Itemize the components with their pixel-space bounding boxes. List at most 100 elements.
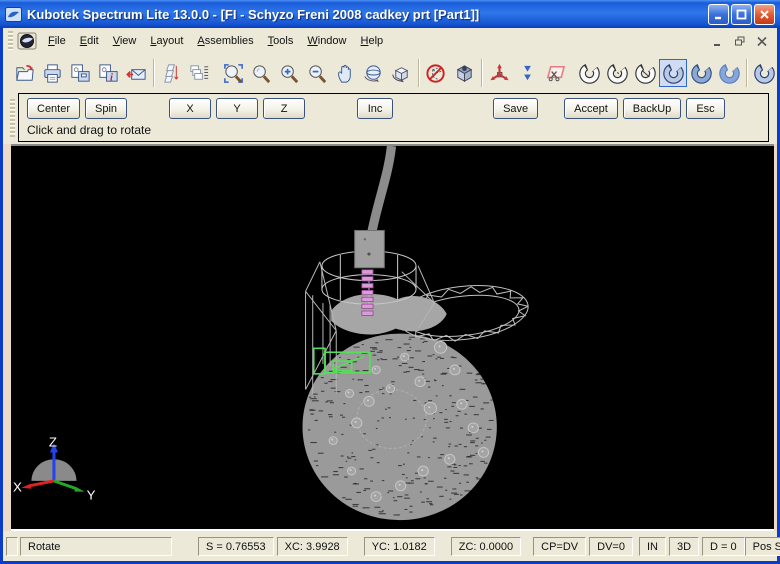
status-cell-units: IN bbox=[639, 537, 666, 556]
menu-view[interactable]: View bbox=[106, 32, 144, 50]
prompt-button-group: XYZ bbox=[169, 98, 305, 119]
zoom-window-icon[interactable] bbox=[219, 59, 247, 87]
app-window: Kubotek Spectrum Lite 13.0.0 - [FI - Sch… bbox=[0, 0, 780, 564]
status-cell-zc: ZC: 0.0000 bbox=[451, 537, 521, 556]
status-cell-mode: Rotate bbox=[20, 537, 172, 556]
menu-assemblies[interactable]: Assemblies bbox=[190, 32, 260, 50]
spin-button[interactable]: Spin bbox=[85, 98, 127, 119]
menu-layout[interactable]: Layout bbox=[143, 32, 190, 50]
toolbar-sep bbox=[746, 59, 747, 87]
zoom-out-icon[interactable] bbox=[303, 59, 331, 87]
center-button[interactable]: Center bbox=[27, 98, 80, 119]
menu-help[interactable]: Help bbox=[354, 32, 391, 50]
render-wireframe-icon[interactable] bbox=[575, 59, 603, 87]
view-rotate-icon[interactable] bbox=[359, 59, 387, 87]
toolbar-sep bbox=[153, 59, 154, 87]
window-title: Kubotek Spectrum Lite 13.0.0 - [FI - Sch… bbox=[27, 7, 706, 22]
shaded-view-icon[interactable] bbox=[450, 59, 478, 87]
mdi-close-button[interactable] bbox=[752, 33, 771, 49]
menu-bar: FileEditViewLayoutAssembliesToolsWindowH… bbox=[3, 28, 777, 54]
levels-icon[interactable] bbox=[157, 59, 185, 87]
status-cell-dv: DV=0 bbox=[589, 537, 633, 556]
spring-highlight bbox=[362, 270, 373, 316]
axes-triad-icon[interactable] bbox=[485, 59, 513, 87]
y-button[interactable]: Y bbox=[216, 98, 258, 119]
z-button[interactable]: Z bbox=[263, 98, 305, 119]
zoom-in-icon[interactable] bbox=[275, 59, 303, 87]
render-shaded-edges-icon[interactable] bbox=[659, 59, 687, 87]
minimize-button[interactable] bbox=[708, 4, 729, 25]
status-cell-depth: D = 0 bbox=[702, 537, 745, 556]
viewport-right-strip bbox=[774, 144, 777, 531]
status-lead-cell bbox=[6, 537, 18, 556]
prompt-button-group: Save bbox=[493, 98, 538, 119]
pan-icon[interactable] bbox=[331, 59, 359, 87]
arm-solid bbox=[331, 294, 447, 335]
save-part-icon[interactable] bbox=[66, 59, 94, 87]
open-file-icon[interactable] bbox=[10, 59, 38, 87]
mdi-minimize-button[interactable] bbox=[708, 33, 727, 49]
backup-button[interactable]: BackUp bbox=[623, 98, 682, 119]
axis-label-z: Z bbox=[49, 435, 57, 450]
app-icon bbox=[5, 7, 22, 22]
save-button[interactable]: Save bbox=[493, 98, 538, 119]
arrow-down-icon[interactable] bbox=[513, 59, 541, 87]
toolbar: i bbox=[3, 54, 777, 92]
viewport-left-strip bbox=[3, 144, 11, 531]
client-area: FileEditViewLayoutAssembliesToolsWindowH… bbox=[3, 28, 777, 561]
close-button[interactable] bbox=[754, 4, 775, 25]
esc-button[interactable]: Esc bbox=[686, 98, 724, 119]
top-box bbox=[355, 230, 385, 267]
mdi-window-controls bbox=[708, 33, 775, 49]
status-cell-scale: S = 0.76553 bbox=[198, 537, 274, 556]
menu-edit[interactable]: Edit bbox=[73, 32, 106, 50]
status-cell-pos-snap: Pos Snap bbox=[745, 537, 780, 556]
entity-list-icon[interactable] bbox=[185, 59, 213, 87]
status-cell-cp: CP=DV bbox=[533, 537, 586, 556]
render-hidden-dashed-icon[interactable] bbox=[603, 59, 631, 87]
viewport[interactable]: X Y Z bbox=[11, 144, 774, 531]
document-menu-icon[interactable] bbox=[17, 32, 37, 50]
svg-text:i: i bbox=[109, 72, 112, 83]
prompt-button-group: Inc bbox=[357, 98, 393, 119]
status-cell-xc: XC: 3.9928 bbox=[277, 537, 348, 556]
axis-label-x: X bbox=[13, 480, 22, 495]
send-mail-icon[interactable] bbox=[122, 59, 150, 87]
prompt-message: Click and drag to rotate bbox=[27, 123, 762, 137]
menubar-grip[interactable] bbox=[8, 31, 13, 51]
menu-items: FileEditViewLayoutAssembliesToolsWindowH… bbox=[41, 32, 390, 50]
render-flat-icon[interactable] bbox=[687, 59, 715, 87]
zoom-select-icon[interactable] bbox=[247, 59, 275, 87]
menu-file[interactable]: File bbox=[41, 32, 73, 50]
toolbar-sep bbox=[481, 59, 482, 87]
prompt-panel: CenterSpin XYZ Inc Save AcceptBackUpEsc Clic… bbox=[18, 93, 769, 142]
part-info-icon[interactable]: i bbox=[94, 59, 122, 87]
prompt-grip[interactable] bbox=[10, 99, 15, 137]
titlebar-controls bbox=[706, 4, 775, 25]
render-hidden-solid-icon[interactable] bbox=[631, 59, 659, 87]
axis-triad: X Y Z bbox=[13, 435, 96, 503]
prompt-row: CenterSpin XYZ Inc Save AcceptBackUpEsc Clic… bbox=[3, 92, 777, 144]
status-cell-yc: YC: 1.0182 bbox=[364, 537, 435, 556]
no-spin-icon[interactable] bbox=[422, 59, 450, 87]
toolbar-sep bbox=[418, 59, 419, 87]
render-extra-icon[interactable] bbox=[750, 59, 777, 87]
status-bar: Rotate S = 0.76553XC: 3.9928 YC: 1.0182 ZC:… bbox=[3, 531, 777, 561]
x-button[interactable]: X bbox=[169, 98, 211, 119]
accept-button[interactable]: Accept bbox=[564, 98, 618, 119]
maximize-button[interactable] bbox=[731, 4, 752, 25]
3d-model-scene: X Y Z bbox=[11, 146, 774, 529]
title-bar[interactable]: Kubotek Spectrum Lite 13.0.0 - [FI - Sch… bbox=[0, 0, 780, 28]
clip-plane-icon[interactable] bbox=[541, 59, 569, 87]
render-smooth-icon[interactable] bbox=[715, 59, 743, 87]
rotate-cube-icon[interactable] bbox=[387, 59, 415, 87]
inc-button[interactable]: Inc bbox=[357, 98, 393, 119]
print-icon[interactable] bbox=[38, 59, 66, 87]
menu-tools[interactable]: Tools bbox=[261, 32, 301, 50]
mdi-restore-button[interactable] bbox=[730, 33, 749, 49]
viewport-row: X Y Z bbox=[3, 144, 777, 531]
prompt-button-group: CenterSpin bbox=[27, 98, 127, 119]
menu-window[interactable]: Window bbox=[300, 32, 353, 50]
status-cell-dim: 3D bbox=[669, 537, 699, 556]
sphere-body bbox=[302, 334, 496, 521]
